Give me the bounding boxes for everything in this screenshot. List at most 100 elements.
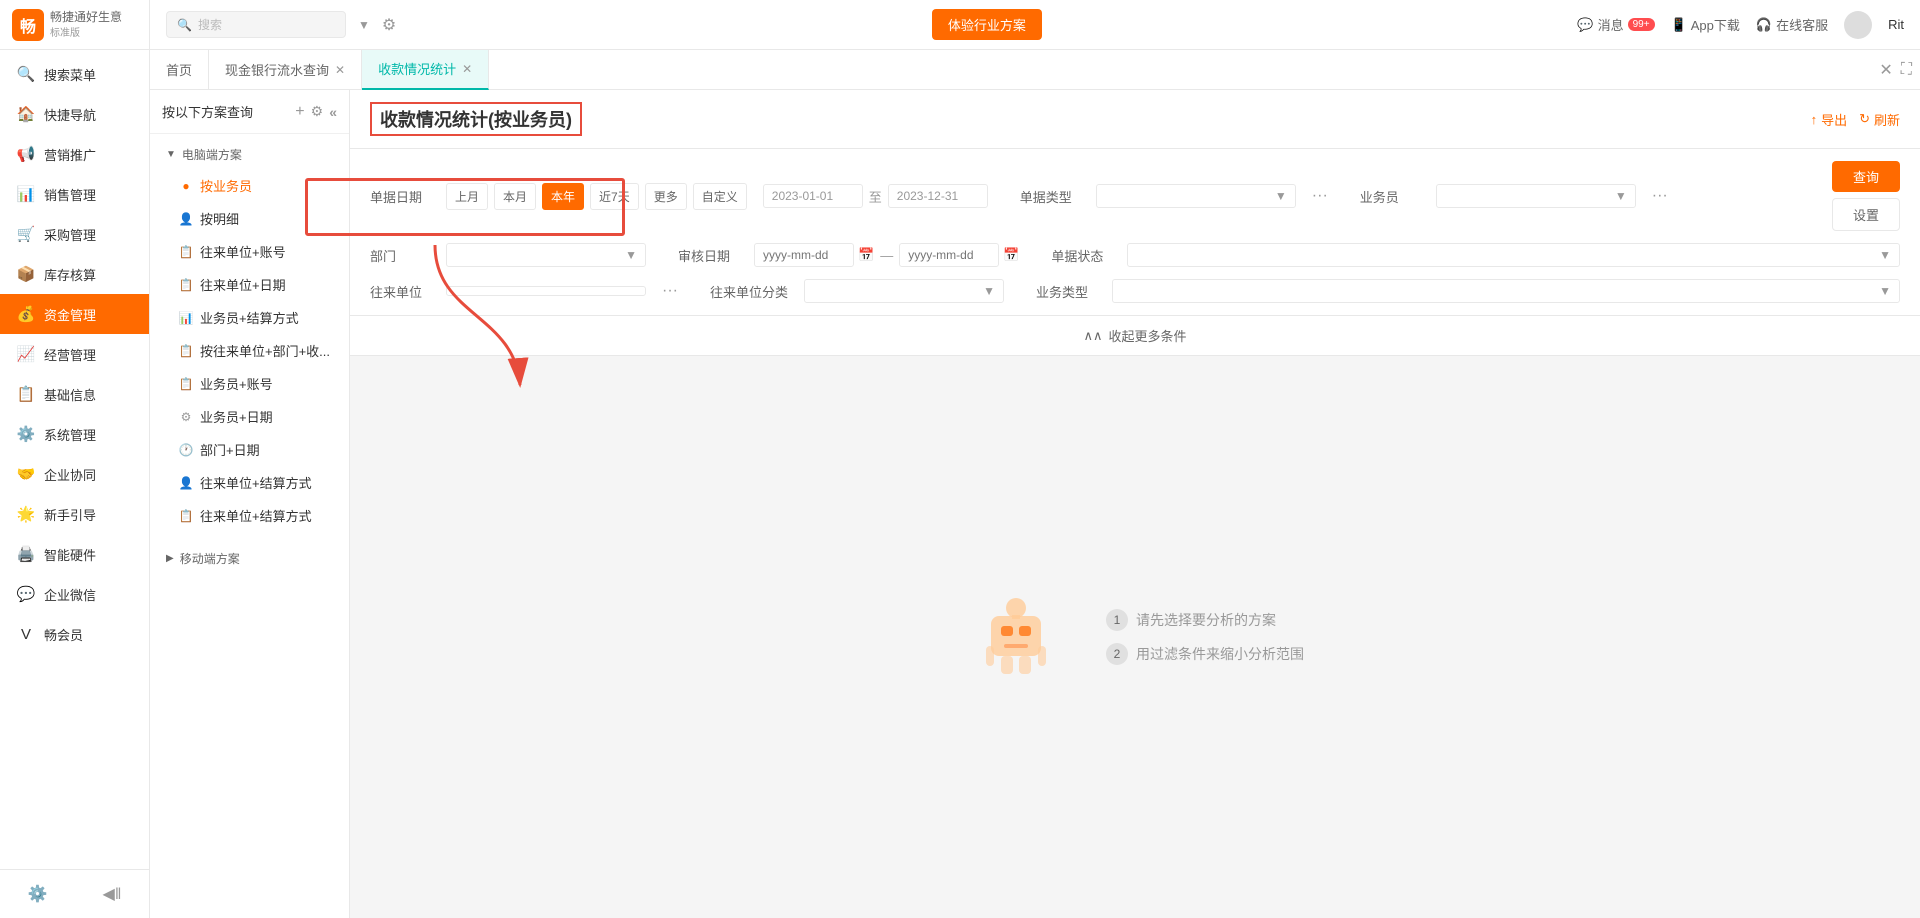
filter-area: 单据日期 上月 本月 本年 近7天 更多 自定义 至 单据类型 (350, 149, 1920, 316)
messages-btn[interactable]: 💬 消息 99+ (1577, 15, 1654, 34)
topbar-search[interactable]: 🔍 搜索 (166, 11, 346, 38)
bill-status-select[interactable]: ▼ (1127, 243, 1900, 267)
desktop-scheme-label[interactable]: ▼ 电脑端方案 (150, 140, 349, 169)
sidebar-item-sales[interactable]: 📊 销售管理 (0, 174, 149, 214)
scheme-item-supplier-dept[interactable]: 📋 按往来单位+部门+收... (150, 334, 349, 367)
collapse-bar-label: 收起更多条件 (1109, 326, 1187, 345)
scheme-item-by-salesperson[interactable]: ● 按业务员 (150, 169, 349, 202)
bill-type-more-btn[interactable]: ··· (1312, 187, 1328, 205)
refresh-btn[interactable]: ↻ 刷新 (1859, 110, 1900, 129)
sidebar-item-member[interactable]: V 畅会员 (0, 614, 149, 654)
date-btn-last-month[interactable]: 上月 (446, 183, 488, 210)
sidebar-item-search-menu[interactable]: 🔍 搜索菜单 (0, 54, 149, 94)
sidebar-collapse-btn[interactable]: ◀‖ (97, 878, 128, 910)
desktop-scheme-section: ▼ 电脑端方案 ● 按业务员 👤 按明细 📋 往来单位+账号 📋 往来 (150, 134, 349, 538)
counterpart-category-label: 往来单位分类 (710, 282, 788, 301)
salesperson-more-btn[interactable]: ··· (1652, 187, 1668, 205)
query-btn[interactable]: 查询 (1832, 161, 1900, 192)
sidebar-item-marketing[interactable]: 📢 营销推广 (0, 134, 149, 174)
date-btn-this-year[interactable]: 本年 (542, 183, 584, 210)
tab-expand-btn[interactable]: ⛶ (1901, 61, 1912, 79)
date-btn-custom[interactable]: 自定义 (693, 183, 747, 210)
operation-icon: 📈 (16, 344, 36, 364)
mobile-scheme-label[interactable]: ▶ 移动端方案 (150, 544, 349, 573)
scheme-item-salesperson-account[interactable]: 📋 业务员+账号 (150, 367, 349, 400)
bill-status-label: 单据状态 (1051, 246, 1111, 265)
tab-home[interactable]: 首页 (150, 50, 209, 90)
dept-select[interactable]: ▼ (446, 243, 646, 267)
date-from-input[interactable] (763, 184, 863, 208)
bill-type-select[interactable]: ▼ (1096, 184, 1296, 208)
counterpart-select[interactable] (446, 286, 646, 296)
audit-date-from-input[interactable] (754, 243, 854, 267)
date-to-input[interactable] (888, 184, 988, 208)
audit-dash: — (878, 248, 895, 263)
online-service-btn[interactable]: 🎧 在线客服 (1756, 15, 1828, 34)
filter-row-3: 往来单位 ··· 往来单位分类 ▼ 业务类型 ▼ (370, 279, 1900, 303)
sidebar-item-wechat[interactable]: 💬 企业微信 (0, 574, 149, 614)
sidebar-settings-btn[interactable]: ⚙️ (22, 878, 54, 910)
audit-date-to-input[interactable] (899, 243, 999, 267)
salesperson-select[interactable]: ▼ (1436, 184, 1636, 208)
sidebar-item-operation[interactable]: 📈 经营管理 (0, 334, 149, 374)
scheme-item-supplier-date[interactable]: 📋 往来单位+日期 (150, 268, 349, 301)
trial-btn[interactable]: 体验行业方案 (932, 9, 1042, 40)
left-panel-title: 按以下方案查询 (162, 102, 253, 121)
enterprise-icon: 🤝 (16, 464, 36, 484)
business-type-select[interactable]: ▼ (1112, 279, 1900, 303)
salesperson-account-icon: 📋 (178, 376, 194, 392)
salesperson-scheme-icon: ● (178, 178, 194, 194)
scheme-collapse-btn[interactable]: « (329, 104, 337, 120)
right-panel: 收款情况统计(按业务员) ↑ 导出 ↻ 刷新 单据日期 (350, 90, 1920, 918)
export-btn[interactable]: ↑ 导出 (1811, 110, 1848, 129)
scheme-item-salesperson-settlement[interactable]: 📊 业务员+结算方式 (150, 301, 349, 334)
message-icon: 💬 (1577, 17, 1593, 33)
sidebar-item-system[interactable]: ⚙️ 系统管理 (0, 414, 149, 454)
sidebar-item-quick-nav[interactable]: 🏠 快捷导航 (0, 94, 149, 134)
phone-icon: 📱 (1671, 17, 1687, 33)
dept-chevron-icon: ▼ (625, 248, 637, 262)
date-btn-this-month[interactable]: 本月 (494, 183, 536, 210)
hint-num-1: 1 (1106, 609, 1128, 631)
tab-bank-flow-close[interactable]: ✕ (335, 63, 345, 77)
date-btn-7days[interactable]: 近7天 (590, 183, 639, 210)
scheme-item-supplier-account[interactable]: 📋 往来单位+账号 (150, 235, 349, 268)
filter-settings-btn[interactable]: 设置 (1832, 198, 1900, 231)
scheme-item-supplier-settlement1[interactable]: 👤 往来单位+结算方式 (150, 466, 349, 499)
tab-close-btn[interactable]: ✕ (1879, 60, 1892, 80)
scheme-item-salesperson-date[interactable]: ⚙ 业务员+日期 (150, 400, 349, 433)
tab-collection[interactable]: 收款情况统计 ✕ (362, 50, 489, 90)
robot-illustration (966, 586, 1066, 689)
collapse-bar[interactable]: ∧∧ 收起更多条件 (350, 316, 1920, 356)
supplier-date-icon: 📋 (178, 277, 194, 293)
sidebar-item-finance[interactable]: 💰 资金管理 (0, 294, 149, 334)
counterpart-category-select[interactable]: ▼ (804, 279, 1004, 303)
counterpart-more-btn[interactable]: ··· (662, 282, 678, 300)
topbar-dropdown[interactable]: ▼ (358, 18, 370, 32)
sidebar-item-hardware[interactable]: 🖨️ 智能硬件 (0, 534, 149, 574)
member-icon: V (16, 624, 36, 644)
left-panel: 按以下方案查询 + ⚙ « ▼ 电脑端方案 ● 按业务员 👤 按 (150, 90, 350, 918)
sidebar-item-guide[interactable]: 🌟 新手引导 (0, 494, 149, 534)
date-btn-more[interactable]: 更多 (645, 183, 687, 210)
user-avatar[interactable] (1844, 11, 1872, 39)
topbar-gear-icon[interactable]: ⚙ (382, 15, 396, 35)
calendar-to-icon[interactable]: 📅 (1003, 247, 1019, 263)
calendar-from-icon[interactable]: 📅 (858, 247, 874, 263)
scheme-settings-btn[interactable]: ⚙ (311, 103, 324, 120)
add-scheme-btn[interactable]: + (295, 103, 304, 121)
scheme-item-by-detail[interactable]: 👤 按明细 (150, 202, 349, 235)
scheme-item-dept-date[interactable]: 🕐 部门+日期 (150, 433, 349, 466)
scheme-item-supplier-settlement2[interactable]: 📋 往来单位+结算方式 (150, 499, 349, 532)
sidebar-item-purchase[interactable]: 🛒 采购管理 (0, 214, 149, 254)
app-download-btn[interactable]: 📱 App下载 (1671, 15, 1740, 34)
sidebar-item-basic[interactable]: 📋 基础信息 (0, 374, 149, 414)
hint-text-1: 请先选择要分析的方案 (1136, 610, 1276, 630)
mobile-scheme-section: ▶ 移动端方案 (150, 538, 349, 579)
tab-collection-close[interactable]: ✕ (462, 62, 472, 76)
tab-bank-flow[interactable]: 现金银行流水查询 ✕ (209, 50, 362, 90)
export-icon: ↑ (1811, 112, 1818, 127)
business-type-label: 业务类型 (1036, 282, 1096, 301)
sidebar-item-enterprise[interactable]: 🤝 企业协同 (0, 454, 149, 494)
sidebar-item-inventory[interactable]: 📦 库存核算 (0, 254, 149, 294)
